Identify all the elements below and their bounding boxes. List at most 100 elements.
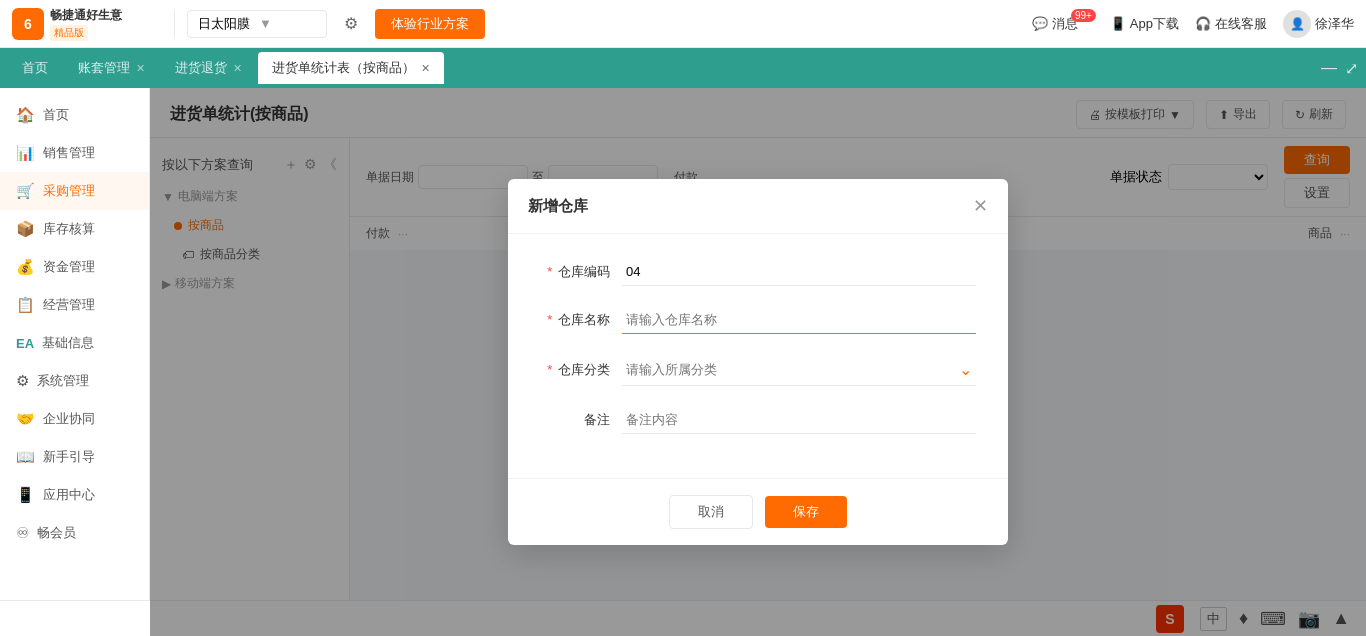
membership-icon: ♾	[16, 524, 29, 542]
required-star-2: *	[547, 312, 552, 327]
tab-bar: 首页 账套管理 ✕ 进货退货 ✕ 进货单统计表（按商品） ✕ — ⤢	[0, 48, 1366, 88]
tab-expand-icon[interactable]: ⤢	[1345, 59, 1358, 78]
category-dropdown-icon[interactable]: ⌄	[959, 360, 972, 379]
modal-close-icon[interactable]: ✕	[973, 195, 988, 217]
sidebar-item-sales-label: 销售管理	[43, 144, 95, 162]
modal-header: 新增仓库 ✕	[508, 179, 1008, 234]
cancel-button[interactable]: 取消	[669, 495, 753, 529]
guide-icon: 📖	[16, 448, 35, 466]
name-label: * 仓库名称	[540, 311, 610, 329]
sidebar-item-sales[interactable]: 📊 销售管理	[0, 134, 149, 172]
system-icon: ⚙	[16, 372, 29, 390]
sidebar-item-enterprise[interactable]: 🤝 企业协同	[0, 400, 149, 438]
trial-button[interactable]: 体验行业方案	[375, 9, 485, 39]
finance-icon: 💰	[16, 258, 35, 276]
user-name: 徐泽华	[1315, 15, 1354, 33]
sidebar-item-inventory[interactable]: 📦 库存核算	[0, 210, 149, 248]
sidebar-item-home[interactable]: 🏠 首页	[0, 96, 149, 134]
content-area: 进货单统计(按商品) 🖨 按模板打印 ▼ ⬆ 导出 ↻ 刷新	[150, 88, 1366, 636]
tab-stats-label: 进货单统计表（按商品）	[272, 59, 415, 77]
app-center-icon: 📱	[16, 486, 35, 504]
settings-button[interactable]: ⚙	[335, 8, 367, 40]
name-input[interactable]	[622, 306, 976, 334]
sidebar-item-operations-label: 经营管理	[43, 296, 95, 314]
code-label: * 仓库编码	[540, 263, 610, 281]
code-input[interactable]	[622, 258, 976, 286]
logo-area: 6 畅捷通好生意 精品版	[12, 7, 162, 41]
sidebar: 🏠 首页 📊 销售管理 🛒 采购管理 📦 库存核算 💰 资金管理 📋 经营管理 …	[0, 88, 150, 636]
logo-title: 畅捷通好生意	[50, 7, 122, 24]
tab-return-close[interactable]: ✕	[233, 62, 242, 75]
sidebar-item-home-label: 首页	[43, 106, 69, 124]
messages-nav[interactable]: 💬 消息 99+	[1032, 15, 1094, 33]
inventory-icon: 📦	[16, 220, 35, 238]
form-row-category: * 仓库分类 ⌄	[540, 354, 976, 386]
sidebar-item-operations[interactable]: 📋 经营管理	[0, 286, 149, 324]
tab-home[interactable]: 首页	[8, 52, 62, 84]
sidebar-item-basic-info[interactable]: EA 基础信息	[0, 324, 149, 362]
sidebar-item-basic-info-label: 基础信息	[42, 334, 94, 352]
top-right: 💬 消息 99+ 📱 App下载 🎧 在线客服 👤 徐泽华	[1032, 10, 1354, 38]
online-service-nav[interactable]: 🎧 在线客服	[1195, 15, 1267, 33]
modal-body: * 仓库编码 * 仓库名称	[508, 234, 1008, 478]
modal-title: 新增仓库	[528, 197, 588, 216]
avatar: 👤	[1283, 10, 1311, 38]
tab-account-close[interactable]: ✕	[136, 62, 145, 75]
form-row-remark: 备注	[540, 406, 976, 434]
online-service-label: 在线客服	[1215, 15, 1267, 33]
required-star: *	[547, 264, 552, 279]
sidebar-item-finance-label: 资金管理	[43, 258, 95, 276]
main-layout: 🏠 首页 📊 销售管理 🛒 采购管理 📦 库存核算 💰 资金管理 📋 经营管理 …	[0, 88, 1366, 636]
save-button[interactable]: 保存	[765, 496, 847, 528]
message-icon: 💬	[1032, 16, 1048, 31]
app-download-nav[interactable]: 📱 App下载	[1110, 15, 1179, 33]
tab-stats[interactable]: 进货单统计表（按商品） ✕	[258, 52, 444, 84]
top-nav: 6 畅捷通好生意 精品版 日太阳膜 ▼ ⚙ 体验行业方案 💬 消息 99+ 📱 …	[0, 0, 1366, 48]
tab-actions: — ⤢	[1321, 59, 1358, 78]
sales-icon: 📊	[16, 144, 35, 162]
sidebar-item-purchase[interactable]: 🛒 采购管理	[0, 172, 149, 210]
logo-icon: 6	[12, 8, 44, 40]
tab-minimize-icon[interactable]: —	[1321, 59, 1337, 78]
user-nav[interactable]: 👤 徐泽华	[1283, 10, 1354, 38]
category-select-row[interactable]: ⌄	[622, 354, 976, 386]
category-label: * 仓库分类	[540, 361, 610, 379]
headset-icon: 🎧	[1195, 16, 1211, 31]
sidebar-item-guide[interactable]: 📖 新手引导	[0, 438, 149, 476]
sidebar-item-app-center[interactable]: 📱 应用中心	[0, 476, 149, 514]
sidebar-item-membership[interactable]: ♾ 畅会员	[0, 514, 149, 552]
sidebar-item-enterprise-label: 企业协同	[43, 410, 95, 428]
sidebar-item-finance[interactable]: 💰 资金管理	[0, 248, 149, 286]
sidebar-item-system[interactable]: ⚙ 系统管理	[0, 362, 149, 400]
tab-stats-close[interactable]: ✕	[421, 62, 430, 75]
required-star-3: *	[547, 362, 552, 377]
category-input[interactable]	[626, 362, 959, 377]
modal-overlay[interactable]: 新增仓库 ✕ * 仓库编码 *	[150, 88, 1366, 636]
operations-icon: 📋	[16, 296, 35, 314]
store-selector[interactable]: 日太阳膜 ▼	[187, 10, 327, 38]
modal-footer: 取消 保存	[508, 478, 1008, 545]
purchase-icon: 🛒	[16, 182, 35, 200]
sidebar-item-system-label: 系统管理	[37, 372, 89, 390]
tab-return[interactable]: 进货退货 ✕	[161, 52, 256, 84]
tab-home-label: 首页	[22, 59, 48, 77]
app-download-label: App下载	[1130, 15, 1179, 33]
chevron-down-icon: ▼	[259, 16, 316, 31]
logo-sub: 精品版	[50, 25, 88, 41]
phone-icon: 📱	[1110, 16, 1126, 31]
tab-account[interactable]: 账套管理 ✕	[64, 52, 159, 84]
form-row-code: * 仓库编码	[540, 258, 976, 286]
sidebar-item-membership-label: 畅会员	[37, 524, 76, 542]
basic-info-icon: EA	[16, 336, 34, 351]
home-icon: 🏠	[16, 106, 35, 124]
form-row-name: * 仓库名称	[540, 306, 976, 334]
store-name: 日太阳膜	[198, 15, 255, 33]
remark-label: 备注	[540, 411, 610, 429]
tab-return-label: 进货退货	[175, 59, 227, 77]
sidebar-item-inventory-label: 库存核算	[43, 220, 95, 238]
enterprise-icon: 🤝	[16, 410, 35, 428]
divider	[174, 10, 175, 38]
remark-input[interactable]	[622, 406, 976, 434]
tab-account-label: 账套管理	[78, 59, 130, 77]
sidebar-item-guide-label: 新手引导	[43, 448, 95, 466]
